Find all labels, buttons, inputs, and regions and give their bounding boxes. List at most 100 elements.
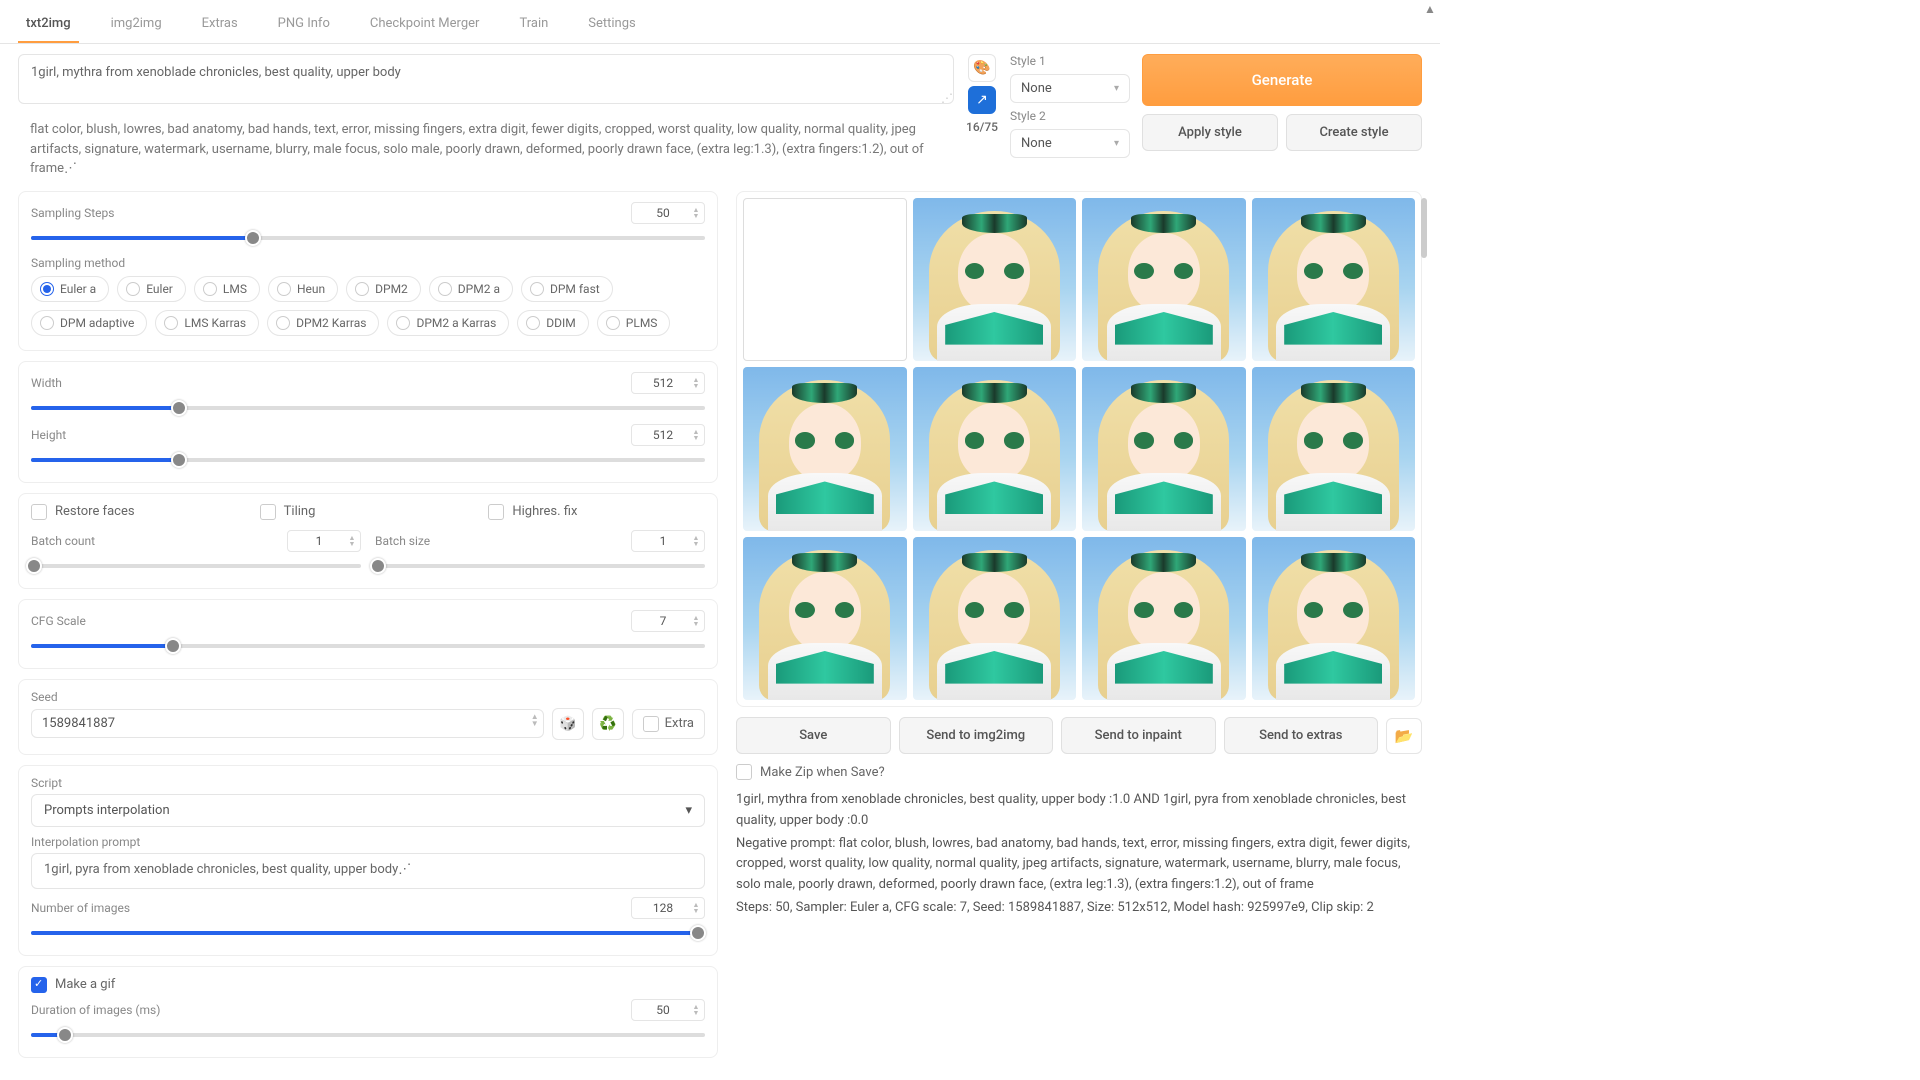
scroll-up-icon[interactable]: ▲ <box>1424 2 1438 16</box>
sampler-dpm2-a-karras[interactable]: DPM2 a Karras <box>387 310 509 336</box>
seed-label: Seed <box>31 690 705 704</box>
send-img2img-button[interactable]: Send to img2img <box>899 717 1054 754</box>
tab-extras[interactable]: Extras <box>194 8 246 43</box>
restore-faces-checkbox[interactable]: Restore faces <box>31 504 248 520</box>
batch-size-label: Batch size <box>375 534 430 548</box>
gallery-image[interactable] <box>1082 198 1246 362</box>
sampler-euler[interactable]: Euler <box>117 276 186 302</box>
batch-count-slider[interactable] <box>31 558 361 574</box>
send-extras-button[interactable]: Send to extras <box>1224 717 1379 754</box>
gallery-image[interactable] <box>913 537 1077 701</box>
batch-count-value[interactable]: 1▲▼ <box>287 530 361 552</box>
gallery-image[interactable] <box>1252 537 1416 701</box>
sampler-plms[interactable]: PLMS <box>597 310 671 336</box>
gallery-image[interactable] <box>1252 367 1416 531</box>
batch-size-slider[interactable] <box>375 558 705 574</box>
duration-slider[interactable] <box>31 1027 705 1043</box>
height-slider[interactable] <box>31 452 705 468</box>
num-images-slider[interactable] <box>31 925 705 941</box>
height-value[interactable]: 512▲▼ <box>631 424 705 446</box>
radio-icon <box>277 282 291 296</box>
cfg-slider[interactable] <box>31 638 705 654</box>
generate-button[interactable]: Generate <box>1142 54 1422 106</box>
spinner-icon[interactable]: ▲▼ <box>690 898 702 918</box>
highres-fix-checkbox[interactable]: Highres. fix <box>488 504 705 520</box>
tab-png-info[interactable]: PNG Info <box>270 8 338 43</box>
spinner-icon[interactable]: ▲▼ <box>690 203 702 223</box>
batch-count-label: Batch count <box>31 534 95 548</box>
sampler-dpm2-karras[interactable]: DPM2 Karras <box>267 310 379 336</box>
sampler-dpm-adaptive[interactable]: DPM adaptive <box>31 310 147 336</box>
style1-select[interactable]: None▾ <box>1010 74 1130 103</box>
dimensions-group: Width 512▲▼ Height 512▲▼ <box>18 361 718 483</box>
palette-icon-button[interactable]: 🎨 <box>968 54 996 82</box>
send-inpaint-button[interactable]: Send to inpaint <box>1061 717 1216 754</box>
tab-txt2img[interactable]: txt2img <box>18 8 79 43</box>
paste-icon-button[interactable]: ↗ <box>968 86 996 114</box>
tab-checkpoint-merger[interactable]: Checkpoint Merger <box>362 8 488 43</box>
spinner-icon[interactable]: ▲▼ <box>690 611 702 631</box>
make-zip-checkbox[interactable]: Make Zip when Save? <box>736 764 1422 780</box>
interpolation-prompt-input[interactable]: 1girl, pyra from xenoblade chronicles, b… <box>31 853 705 889</box>
num-images-value[interactable]: 128▲▼ <box>631 897 705 919</box>
sampler-ddim[interactable]: DDIM <box>517 310 589 336</box>
gallery-image[interactable] <box>913 367 1077 531</box>
prompt-input[interactable]: 1girl, mythra from xenoblade chronicles,… <box>18 54 954 104</box>
script-select[interactable]: Prompts interpolation▾ <box>31 794 705 827</box>
sampler-dpm-fast[interactable]: DPM fast <box>521 276 613 302</box>
tab-train[interactable]: Train <box>511 8 556 43</box>
gallery-image[interactable] <box>743 367 907 531</box>
cfg-value[interactable]: 7▲▼ <box>631 610 705 632</box>
tiling-checkbox[interactable]: Tiling <box>260 504 477 520</box>
style2-select[interactable]: None▾ <box>1010 129 1130 158</box>
sampling-method-label: Sampling method <box>31 256 705 270</box>
sampler-lms-karras[interactable]: LMS Karras <box>155 310 259 336</box>
spinner-icon[interactable]: ▲▼ <box>690 531 702 551</box>
width-value[interactable]: 512▲▼ <box>631 372 705 394</box>
open-folder-button[interactable]: 📂 <box>1386 718 1422 754</box>
sampling-steps-slider[interactable] <box>31 230 705 246</box>
seed-input[interactable]: 1589841887▲▼ <box>31 709 544 738</box>
spinner-icon[interactable]: ▲▼ <box>690 373 702 393</box>
gallery-image[interactable] <box>1082 537 1246 701</box>
gallery-image[interactable] <box>743 198 907 362</box>
extra-seed-checkbox[interactable]: Extra <box>632 709 705 739</box>
sampler-heun[interactable]: Heun <box>268 276 338 302</box>
gallery-image[interactable] <box>1252 198 1416 362</box>
sampler-euler-a[interactable]: Euler a <box>31 276 109 302</box>
radio-icon <box>40 316 54 330</box>
tab-img2img[interactable]: img2img <box>103 8 170 43</box>
tab-settings[interactable]: Settings <box>580 8 643 43</box>
create-style-button[interactable]: Create style <box>1286 114 1422 151</box>
options-group: Restore faces Tiling Highres. fix Batch … <box>18 493 718 589</box>
apply-style-button[interactable]: Apply style <box>1142 114 1278 151</box>
gallery-image[interactable] <box>913 198 1077 362</box>
spinner-icon[interactable]: ▲▼ <box>531 713 539 727</box>
script-label: Script <box>31 776 705 790</box>
random-seed-button[interactable]: 🎲 <box>552 708 584 740</box>
num-images-label: Number of images <box>31 901 130 915</box>
resize-handle-icon[interactable]: ⋰ <box>941 91 951 101</box>
resize-handle-icon[interactable]: ⋰ <box>64 161 77 176</box>
gallery-image[interactable] <box>1082 367 1246 531</box>
radio-icon <box>126 282 140 296</box>
sampler-lms[interactable]: LMS <box>194 276 260 302</box>
make-gif-checkbox[interactable]: Make a gif <box>31 977 705 993</box>
spinner-icon[interactable]: ▲▼ <box>690 1000 702 1020</box>
gallery-image[interactable] <box>743 537 907 701</box>
sampler-dpm2-a[interactable]: DPM2 a <box>429 276 513 302</box>
duration-value[interactable]: 50▲▼ <box>631 999 705 1021</box>
save-button[interactable]: Save <box>736 717 891 754</box>
negative-prompt-input[interactable]: flat color, blush, lowres, bad anatomy, … <box>18 112 954 187</box>
batch-size-value[interactable]: 1▲▼ <box>631 530 705 552</box>
sampler-dpm2[interactable]: DPM2 <box>346 276 421 302</box>
resize-handle-icon[interactable]: ⋰ <box>398 862 411 877</box>
radio-icon <box>606 316 620 330</box>
interpolation-prompt-label: Interpolation prompt <box>31 835 705 849</box>
radio-icon <box>526 316 540 330</box>
spinner-icon[interactable]: ▲▼ <box>690 425 702 445</box>
width-slider[interactable] <box>31 400 705 416</box>
reuse-seed-button[interactable]: ♻️ <box>592 708 624 740</box>
sampling-steps-value[interactable]: 50▲▼ <box>631 202 705 224</box>
spinner-icon[interactable]: ▲▼ <box>346 531 358 551</box>
